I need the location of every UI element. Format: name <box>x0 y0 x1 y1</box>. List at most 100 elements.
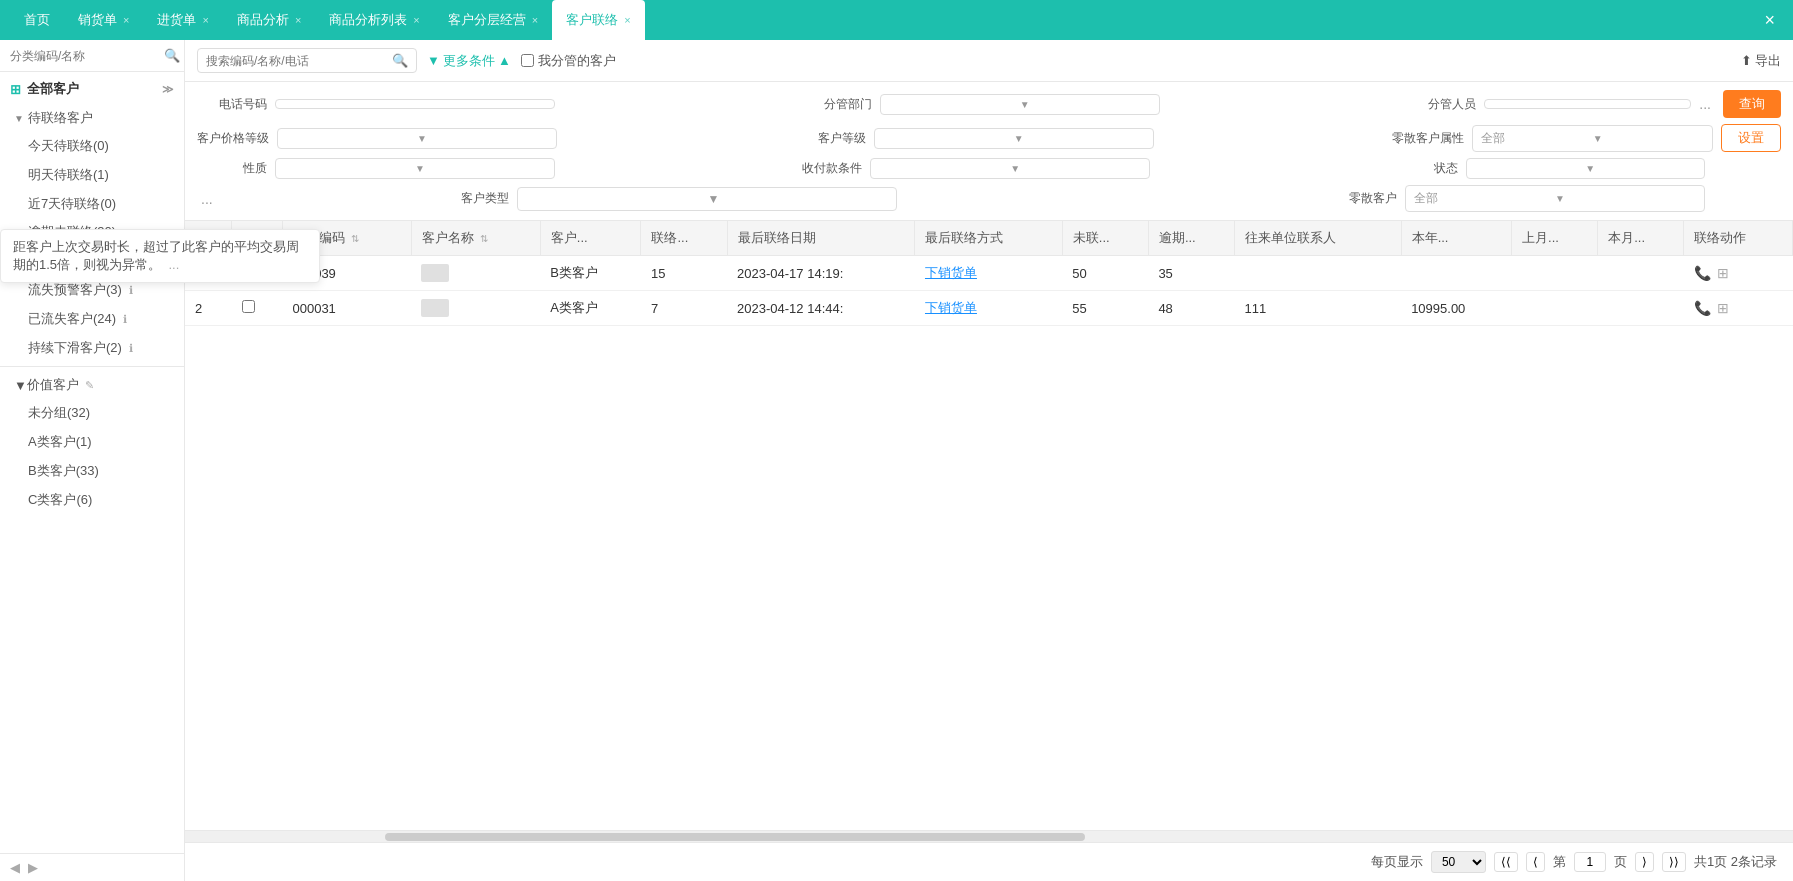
filter-icon: ▼ <box>427 53 440 68</box>
right-arrow-icon[interactable]: ▶ <box>28 860 38 875</box>
status-select[interactable]: ▼ <box>1466 158 1705 179</box>
nav-purchase[interactable]: 进货单 × <box>143 0 222 40</box>
nav-product-analysis[interactable]: 商品分析 × <box>223 0 315 40</box>
sidebar-group-pending[interactable]: ▼ 待联络客户 <box>0 104 184 132</box>
chevron-down-icon: ▼ <box>1585 163 1696 174</box>
more-action-icon[interactable]: ⊞ <box>1717 300 1729 316</box>
payment-select[interactable]: ▼ <box>870 158 1150 179</box>
total-records-label: 共1页 2条记录 <box>1694 853 1777 871</box>
chevron-up-icon: ▲ <box>498 53 511 68</box>
col-last-date: 最后联络日期 <box>727 221 915 256</box>
more-action-icon[interactable]: ⊞ <box>1717 265 1729 281</box>
close-icon[interactable]: × <box>532 14 538 26</box>
sidebar-group-value[interactable]: ▼ 价值客户 ✎ <box>0 371 184 399</box>
my-customers-checkbox[interactable] <box>521 54 534 67</box>
horizontal-scrollbar[interactable] <box>185 830 1793 842</box>
cell-code: 000031 <box>282 291 411 326</box>
setting-button[interactable]: 设置 <box>1721 124 1781 152</box>
last-page-button[interactable]: ⟩⟩ <box>1662 852 1686 872</box>
cell-overdue: 48 <box>1148 291 1234 326</box>
col-unit-contact: 往来单位联系人 <box>1234 221 1401 256</box>
sidebar-item-a-class[interactable]: A类客户(1) <box>0 428 184 457</box>
sidebar-item-declining[interactable]: 持续下滑客户(2) ℹ <box>0 334 184 363</box>
close-all-button[interactable]: × <box>1756 10 1783 31</box>
nav-sales[interactable]: 销货单 × <box>64 0 143 40</box>
sidebar-bottom-controls: ◀ ▶ <box>0 853 184 881</box>
nav-customer-tier[interactable]: 客户分层经营 × <box>434 0 552 40</box>
sidebar-item-b-class[interactable]: B类客户(33) <box>0 457 184 486</box>
dept-select[interactable]: ▼ <box>880 94 1160 115</box>
last-method-link[interactable]: 下销货单 <box>925 300 977 315</box>
close-icon[interactable]: × <box>413 14 419 26</box>
last-method-link[interactable]: 下销货单 <box>925 265 977 280</box>
cell-this-year: 10995.00 <box>1401 291 1511 326</box>
sidebar-search-input[interactable] <box>10 49 160 63</box>
status-label: 状态 <box>1388 160 1458 177</box>
sidebar-search-container: 🔍 <box>0 40 184 72</box>
col-name[interactable]: 客户名称 ⇅ <box>411 221 540 256</box>
sidebar-item-lost[interactable]: 已流失客户(24) ℹ <box>0 305 184 334</box>
per-page-select[interactable]: 50 100 <box>1431 851 1486 873</box>
sidebar-item-7days[interactable]: 近7天待联络(0) <box>0 190 184 219</box>
cell-last-month <box>1512 291 1598 326</box>
filter-row-3: 性质 ▼ 收付款条件 ▼ 状态 ▼ <box>197 158 1781 179</box>
left-arrow-icon[interactable]: ◀ <box>10 860 20 875</box>
nav-home[interactable]: 首页 <box>10 0 64 40</box>
next-page-button[interactable]: ⟩ <box>1635 852 1654 872</box>
col-this-month: 本月... <box>1598 221 1684 256</box>
more-dots-btn[interactable]: ... <box>197 191 217 207</box>
close-icon[interactable]: × <box>624 14 630 26</box>
customer-type-select[interactable]: ▼ <box>517 187 897 211</box>
name-avatar <box>421 264 449 282</box>
name-avatar <box>421 299 449 317</box>
nav-product-analysis-list[interactable]: 商品分析列表 × <box>315 0 433 40</box>
sidebar-search-icon[interactable]: 🔍 <box>164 48 180 63</box>
page-input[interactable] <box>1574 852 1606 872</box>
phone-action-icon[interactable]: 📞 <box>1694 300 1711 316</box>
close-icon[interactable]: × <box>123 14 129 26</box>
customer-table: ⚙ 客户编码 ⇅ 客户名称 ⇅ 客户... <box>185 221 1793 326</box>
prev-page-button[interactable]: ⟨ <box>1526 852 1545 872</box>
sidebar: 🔍 ⊞ 全部客户 ≫ ▼ 待联络客户 今天待联络(0) 明天待联络(1) 近7天… <box>0 40 185 881</box>
col-overdue: 逾期... <box>1148 221 1234 256</box>
filter-search-input[interactable] <box>206 54 388 68</box>
phone-action-icon[interactable]: 📞 <box>1694 265 1711 281</box>
close-icon[interactable]: × <box>295 14 301 26</box>
tooltip-box: 距客户上次交易时长，超过了此客户的平均交易周期的1.5倍，则视为异常。 ... <box>185 229 320 283</box>
chevron-down-icon: ▼ <box>417 133 548 144</box>
retail-attr-select[interactable]: 全部 ▼ <box>1472 125 1713 152</box>
col-not-contacted: 未联... <box>1062 221 1148 256</box>
more-conditions-button[interactable]: ▼ 更多条件 ▲ <box>427 52 511 70</box>
manager-select[interactable] <box>1484 99 1691 109</box>
first-page-button[interactable]: ⟨⟨ <box>1494 852 1518 872</box>
arrow-down-icon: ▼ <box>14 113 24 124</box>
page-label: 第 <box>1553 853 1566 871</box>
filter-row-1: 电话号码 分管部门 ▼ 分管人员 ... 查 <box>197 90 1781 118</box>
gender-select[interactable]: ▼ <box>275 158 555 179</box>
close-icon[interactable]: × <box>202 14 208 26</box>
price-grade-select[interactable]: ▼ <box>277 128 557 149</box>
nav-customer-contact[interactable]: 客户联络 × <box>552 0 644 40</box>
collapse-icon[interactable]: ≫ <box>162 83 174 96</box>
sidebar-item-c-class[interactable]: C类客户(6) <box>0 486 184 515</box>
retail-customer-select[interactable]: 全部 ▼ <box>1405 185 1705 212</box>
query-button[interactable]: 查询 <box>1723 90 1781 118</box>
cell-last-method: 下销货单 <box>915 291 1062 326</box>
info-icon: ℹ <box>129 284 133 296</box>
sort-icon: ⇅ <box>351 233 359 244</box>
cell-last-date: 2023-04-12 14:44: <box>727 291 915 326</box>
phone-input[interactable] <box>275 99 555 109</box>
row-checkbox[interactable] <box>242 300 255 313</box>
customer-grade-select[interactable]: ▼ <box>874 128 1154 149</box>
search-icon[interactable]: 🔍 <box>392 53 408 68</box>
export-button[interactable]: ⬆ 导出 <box>1741 52 1781 70</box>
sidebar-item-today[interactable]: 今天待联络(0) <box>0 132 184 161</box>
sidebar-item-ungrouped[interactable]: 未分组(32) <box>0 399 184 428</box>
col-last-method: 最后联络方式 <box>915 221 1062 256</box>
cell-not-contacted: 55 <box>1062 291 1148 326</box>
scrollbar-thumb[interactable] <box>385 833 1085 841</box>
more-dots-button[interactable]: ... <box>1695 96 1715 112</box>
edit-icon[interactable]: ✎ <box>85 379 94 392</box>
sidebar-item-tomorrow[interactable]: 明天待联络(1) <box>0 161 184 190</box>
cell-unit-contact: 111 <box>1234 291 1401 326</box>
